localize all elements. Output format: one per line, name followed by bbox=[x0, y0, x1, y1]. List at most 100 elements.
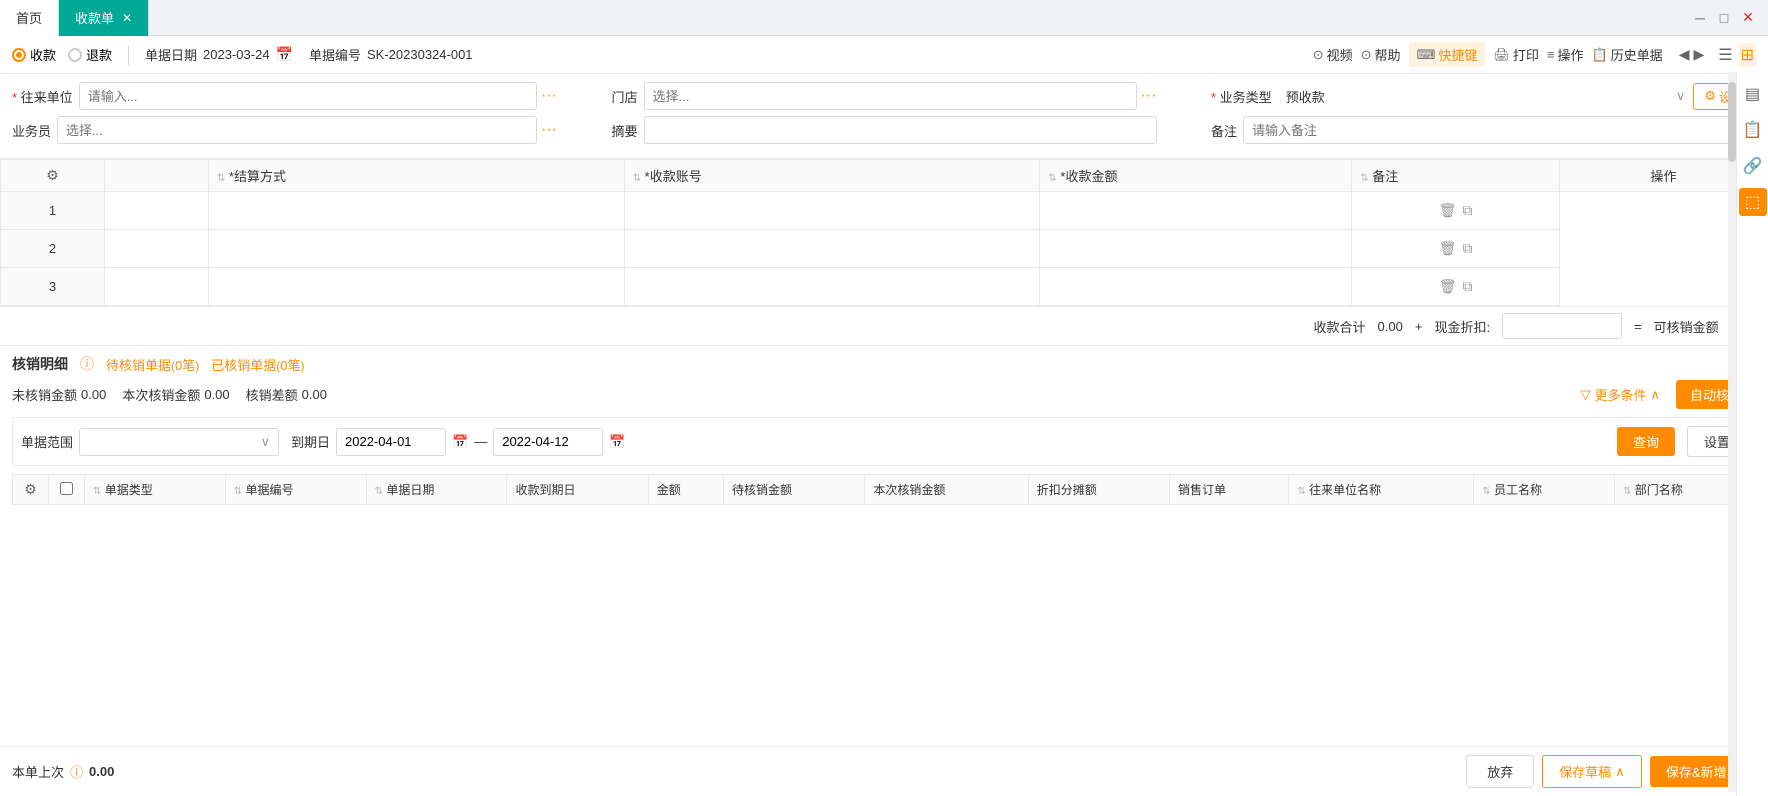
counterpart-input[interactable] bbox=[79, 82, 537, 110]
print-label: 打印 bbox=[1513, 45, 1539, 64]
to-date-calendar-icon[interactable]: 📅 bbox=[609, 434, 625, 450]
radio-receipt[interactable]: 收款 bbox=[12, 45, 56, 64]
td-note-3[interactable] bbox=[1040, 268, 1352, 306]
bottom-settings-icon[interactable]: ⚙ bbox=[24, 481, 37, 497]
window-maximize[interactable]: □ bbox=[1716, 10, 1732, 26]
td-account-1[interactable] bbox=[208, 192, 624, 230]
shop-input[interactable] bbox=[644, 82, 1137, 110]
td-settlement-2[interactable] bbox=[104, 230, 208, 268]
abandon-button[interactable]: 放弃 bbox=[1466, 755, 1534, 788]
total-value: 0.00 bbox=[1378, 319, 1403, 334]
date-filter: 到期日 📅 — 📅 bbox=[291, 428, 625, 456]
td-amount-1[interactable] bbox=[624, 192, 1040, 230]
footer-info-icon[interactable]: ⓘ bbox=[70, 762, 83, 781]
grid-view-icon[interactable]: ⊞ bbox=[1739, 43, 1756, 67]
window-close[interactable]: ✕ bbox=[1740, 10, 1756, 26]
discount-input[interactable] bbox=[1502, 313, 1622, 339]
table-row: 2 🗑 ⧉ bbox=[1, 230, 1768, 268]
help-action[interactable]: ⊙ 帮助 bbox=[1361, 45, 1401, 64]
scrollbar-thumb[interactable] bbox=[1728, 82, 1736, 162]
tab-receipt[interactable]: 收款单 ✕ bbox=[59, 0, 149, 36]
table-settings-icon[interactable]: ⚙ bbox=[46, 167, 59, 183]
staff-field: 业务员 ··· bbox=[12, 116, 557, 144]
td-account-3[interactable] bbox=[208, 268, 624, 306]
delete-icon-3[interactable]: 🗑 bbox=[1439, 278, 1457, 295]
business-type-label: 业务类型 bbox=[1211, 87, 1272, 106]
diff-stat: 核销差额 0.00 bbox=[246, 385, 327, 404]
th-settlement: ⇅ *结算方式 bbox=[208, 160, 624, 192]
delete-icon-1[interactable]: 🗑 bbox=[1439, 202, 1457, 219]
summary-field: 摘要 bbox=[612, 116, 1157, 144]
copy-icon-1[interactable]: ⧉ bbox=[1463, 202, 1473, 219]
pending-tab[interactable]: 待核销单据(0笔) bbox=[106, 355, 199, 374]
right-panel-doc-icon[interactable]: 📋 bbox=[1739, 116, 1767, 144]
current-value: 0.00 bbox=[204, 387, 229, 402]
query-button[interactable]: 查询 bbox=[1617, 427, 1675, 456]
done-tab-label: 已核销单据 bbox=[211, 358, 276, 373]
staff-input[interactable] bbox=[57, 116, 537, 144]
print-action[interactable]: 🖨 打印 bbox=[1493, 45, 1539, 64]
delete-icon-2[interactable]: 🗑 bbox=[1439, 240, 1457, 257]
hexiao-info-icon[interactable]: ⓘ bbox=[80, 354, 94, 374]
tab-receipt-close[interactable]: ✕ bbox=[122, 11, 132, 25]
summary-input[interactable] bbox=[644, 116, 1157, 144]
right-panel-expand-icon[interactable]: ⬚ bbox=[1739, 188, 1767, 216]
list-view-icon[interactable]: ☰ bbox=[1716, 43, 1734, 67]
select-all-checkbox[interactable] bbox=[60, 482, 73, 495]
bottom-table: ⚙ ⇅ 单据类型 ⇅ 单据编号 ⇅ 单据日期 收款到期日 金额 待核销金额 本次… bbox=[12, 474, 1756, 505]
radio-refund[interactable]: 退款 bbox=[68, 45, 112, 64]
unverified-label: 未核销金额 bbox=[12, 385, 77, 404]
td-account-2[interactable] bbox=[208, 230, 624, 268]
summary-row: 收款合计 0.00 + 现金折扣: = 可核销金额 0.00 bbox=[0, 307, 1768, 346]
equals-label: = bbox=[1634, 319, 1642, 334]
done-tab[interactable]: 已核销单据(0笔) bbox=[211, 355, 304, 374]
range-select[interactable]: ∨ bbox=[79, 428, 279, 456]
from-date-input[interactable] bbox=[336, 428, 446, 456]
right-panel-link-icon[interactable]: 🔗 bbox=[1739, 152, 1767, 180]
td-settlement-3[interactable] bbox=[104, 268, 208, 306]
table-row: 3 🗑 ⧉ bbox=[1, 268, 1768, 306]
copy-icon-3[interactable]: ⧉ bbox=[1463, 278, 1473, 295]
td-note-1[interactable] bbox=[1040, 192, 1352, 230]
range-arrow-icon: ∨ bbox=[261, 434, 271, 450]
video-label: 视频 bbox=[1327, 45, 1353, 64]
history-action[interactable]: 📋 历史单据 bbox=[1591, 45, 1662, 64]
shortcut-action[interactable]: ⌨ 快捷键 bbox=[1409, 42, 1486, 67]
shop-more-icon[interactable]: ··· bbox=[1141, 87, 1157, 105]
counterpart-more-icon[interactable]: ··· bbox=[541, 87, 557, 105]
discount-label: 现金折扣: bbox=[1434, 317, 1490, 336]
td-settlement-1[interactable] bbox=[104, 192, 208, 230]
save-draft-button[interactable]: 保存草稿 ∧ bbox=[1542, 755, 1642, 788]
operation-action[interactable]: ≡ 操作 bbox=[1547, 45, 1584, 64]
footer-label: 本单上次 bbox=[12, 762, 64, 781]
td-amount-3[interactable] bbox=[624, 268, 1040, 306]
note-input[interactable] bbox=[1243, 116, 1756, 144]
copy-icon-2[interactable]: ⧉ bbox=[1463, 240, 1473, 257]
radio-receipt-circle bbox=[12, 48, 26, 62]
bth-amount: 金额 bbox=[648, 475, 723, 505]
next-arrow[interactable]: ▶ bbox=[1693, 46, 1704, 63]
shortcut-label: 快捷键 bbox=[1438, 45, 1477, 64]
more-conditions[interactable]: ▽ 更多条件 ∧ bbox=[1580, 385, 1660, 404]
staff-more-icon[interactable]: ··· bbox=[541, 121, 557, 139]
action-icons-2: 🗑 ⧉ bbox=[1360, 240, 1551, 257]
form-area: 往来单位 ··· 门店 ··· 业务类型 预收款 ∨ ⚙ 设置 bbox=[0, 74, 1768, 159]
scrollbar-area[interactable] bbox=[1728, 72, 1736, 792]
right-panel-table-icon[interactable]: ▤ bbox=[1739, 80, 1767, 108]
window-minimize[interactable]: ─ bbox=[1692, 10, 1708, 26]
right-panel: ▤ 📋 🔗 ⬚ bbox=[1736, 72, 1768, 796]
hexiao-header: 核销明细 ⓘ 待核销单据(0笔) 已核销单据(0笔) bbox=[12, 354, 1756, 374]
bth-date: ⇅ 单据日期 bbox=[366, 475, 507, 505]
td-amount-2[interactable] bbox=[624, 230, 1040, 268]
bth-sales-order: 销售订单 bbox=[1170, 475, 1289, 505]
main-table: ⚙ ⇅ *结算方式 ⇅ *收款账号 ⇅ *收款金额 bbox=[0, 159, 1768, 306]
video-action[interactable]: ⊙ 视频 bbox=[1313, 45, 1353, 64]
to-date-input[interactable] bbox=[493, 428, 603, 456]
prev-arrow[interactable]: ◀ bbox=[1679, 46, 1690, 63]
td-note-2[interactable] bbox=[1040, 230, 1352, 268]
tab-home[interactable]: 首页 bbox=[0, 0, 59, 36]
calendar-icon[interactable]: 📅 bbox=[276, 46, 293, 63]
business-type-arrow[interactable]: ∨ bbox=[1676, 88, 1686, 104]
table-area: ⚙ ⇅ *结算方式 ⇅ *收款账号 ⇅ *收款金额 bbox=[0, 159, 1768, 307]
from-date-calendar-icon[interactable]: 📅 bbox=[452, 434, 468, 450]
